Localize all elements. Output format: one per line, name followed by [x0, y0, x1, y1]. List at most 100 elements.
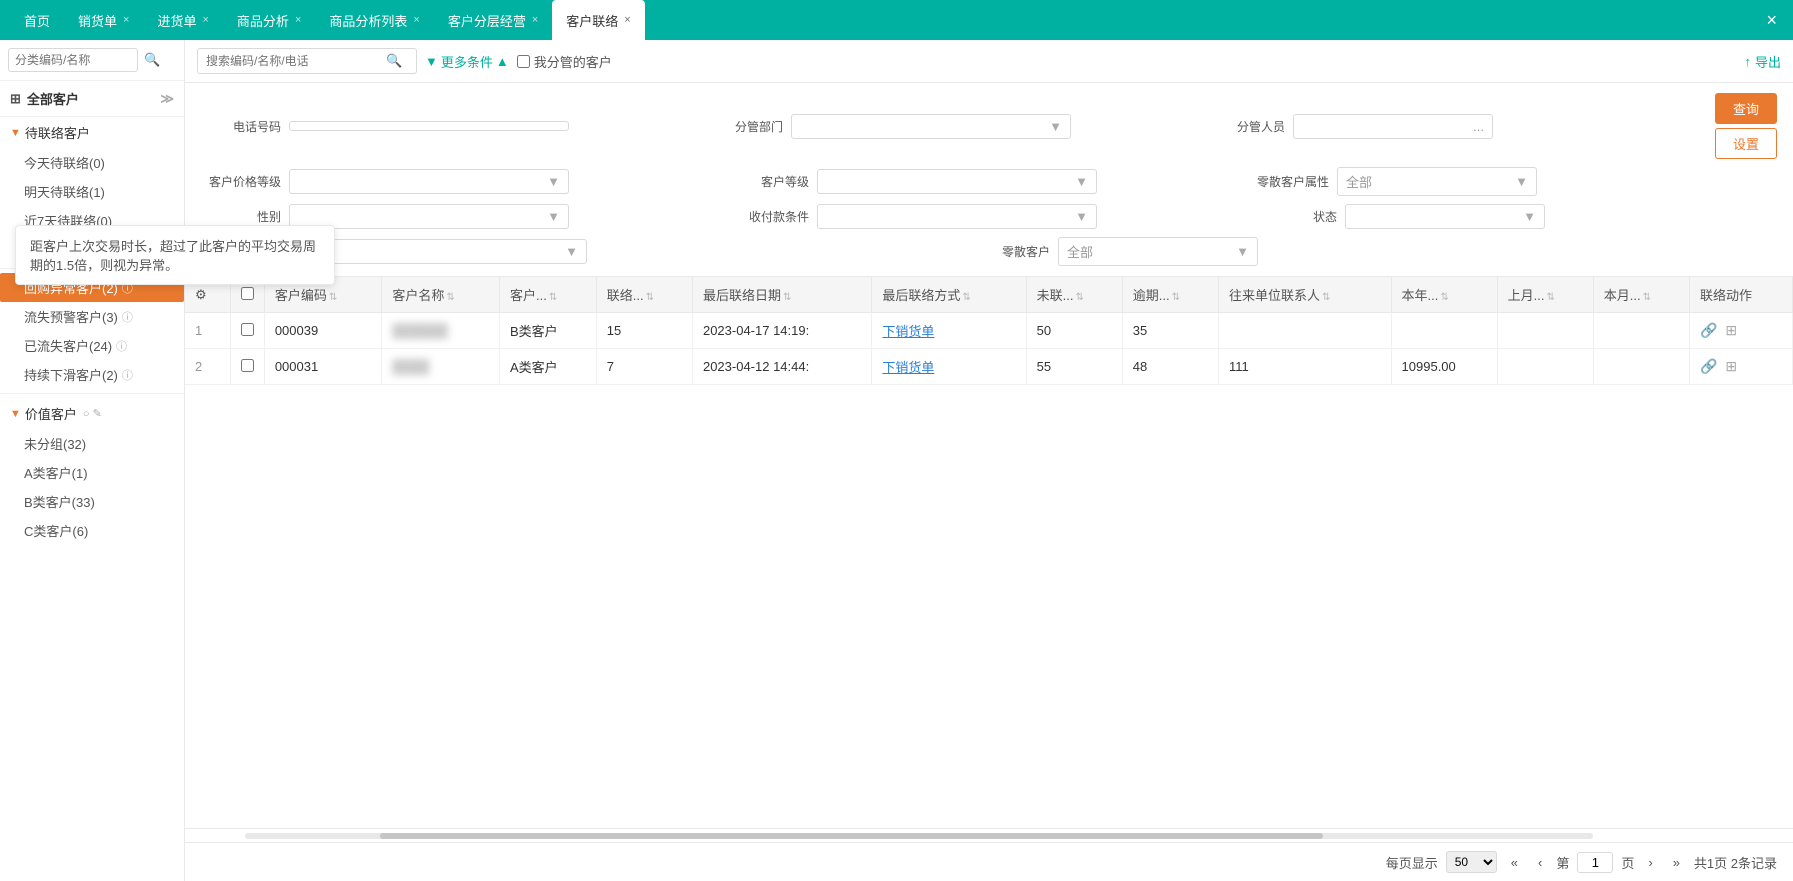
- edit-icon-value[interactable]: ○ ✎: [83, 407, 102, 420]
- cell-type-2: A类客户: [499, 349, 596, 385]
- sort-icon-uncontacted[interactable]: ⇅: [1075, 292, 1083, 303]
- filter-row-2: 客户价格等级 ▼ 客户等级 ▼ 零散客户属性 全部: [201, 167, 1777, 196]
- sidebar-item-tomorrow[interactable]: 明天待联络(1): [0, 177, 184, 206]
- main-search-input[interactable]: [206, 54, 386, 68]
- row-checkbox-1[interactable]: [241, 323, 254, 336]
- sort-icon-last-month[interactable]: ⇅: [1546, 292, 1554, 303]
- phone-input[interactable]: [289, 121, 569, 131]
- filter-row-3: 性别 ▼ 收付款条件 ▼ 状态: [201, 204, 1777, 229]
- col-header-type: 客户...⇅: [499, 277, 596, 313]
- close-tab-purchase-order[interactable]: ×: [202, 14, 208, 26]
- select-all-checkbox[interactable]: [241, 287, 254, 300]
- sort-icon-date[interactable]: ⇅: [783, 292, 791, 303]
- tab-product-analysis[interactable]: 商品分析 ×: [223, 0, 315, 40]
- close-tab-product-analysis[interactable]: ×: [295, 14, 301, 26]
- horizontal-scrollbar[interactable]: [185, 828, 1793, 842]
- grid-action-icon-2[interactable]: ⊞: [1725, 358, 1737, 375]
- sort-icon-type[interactable]: ⇅: [549, 292, 557, 303]
- sort-icon-code[interactable]: ⇅: [329, 292, 337, 303]
- my-customer-check[interactable]: [517, 55, 530, 68]
- retail-attr-label: 零散客户属性: [1257, 173, 1329, 190]
- chevron-up-icon: ▲: [496, 54, 509, 69]
- cell-last-date-2: 2023-04-12 14:44:: [692, 349, 871, 385]
- sidebar-item-churned[interactable]: 已流失客户(24) ⓘ: [0, 331, 184, 360]
- sidebar-item-declining[interactable]: 持续下滑客户(2) ⓘ: [0, 360, 184, 389]
- sort-icon-contact[interactable]: ⇅: [646, 292, 654, 303]
- link-action-icon-2[interactable]: 🔗: [1700, 358, 1717, 375]
- sidebar-item-unclassified[interactable]: 未分组(32): [0, 429, 184, 458]
- manager-select[interactable]: ...: [1293, 114, 1493, 139]
- sidebar-item-churn-warning[interactable]: 流失预警客户(3) ⓘ: [0, 302, 184, 331]
- query-button[interactable]: 查询: [1715, 93, 1777, 124]
- sidebar-all-customers[interactable]: ⊞ 全部客户 ≫: [0, 81, 184, 117]
- retail-customer-select[interactable]: 全部 ▼: [1058, 237, 1258, 266]
- dept-label: 分管部门: [703, 118, 783, 135]
- prev-page-btn[interactable]: ‹: [1532, 853, 1548, 872]
- search-icon[interactable]: 🔍: [386, 53, 402, 69]
- chevron-down-icon9: ▼: [1236, 244, 1249, 259]
- cell-name-1: ██████: [382, 313, 500, 349]
- customer-level-select[interactable]: ▼: [817, 169, 1097, 194]
- per-page-select[interactable]: 50 100 200: [1446, 851, 1497, 873]
- dept-select[interactable]: ▼: [791, 114, 1071, 139]
- more-conditions-btn[interactable]: ▼ 更多条件 ▲: [425, 52, 509, 71]
- last-page-btn[interactable]: »: [1667, 853, 1686, 872]
- sidebar-collapse-btn[interactable]: ≫: [160, 91, 174, 107]
- close-all-tabs[interactable]: ×: [1766, 10, 1777, 31]
- status-select[interactable]: ▼: [1345, 204, 1545, 229]
- sidebar-item-today[interactable]: 今天待联络(0): [0, 148, 184, 177]
- cell-check-1: [230, 313, 264, 349]
- sidebar-item-class-c[interactable]: C类客户(6): [0, 516, 184, 545]
- close-tab-sales-order[interactable]: ×: [123, 14, 129, 26]
- export-icon: ↑: [1744, 54, 1751, 69]
- sort-icon-method[interactable]: ⇅: [962, 292, 970, 303]
- tab-purchase-order[interactable]: 进货单 ×: [143, 0, 222, 40]
- close-tab-customer-layered[interactable]: ×: [532, 14, 538, 26]
- link-action-icon-1[interactable]: 🔗: [1700, 322, 1717, 339]
- filter-group-retail-customer: 零散客户 全部 ▼: [1002, 237, 1777, 266]
- col-header-actions: 联络动作: [1689, 277, 1792, 313]
- sidebar-value-customer-header[interactable]: ▼ 价值客户 ○ ✎: [0, 398, 184, 429]
- col-header-last-month: 上月...⇅: [1497, 277, 1593, 313]
- my-customer-checkbox[interactable]: 我分管的客户: [517, 52, 612, 71]
- export-button[interactable]: ↑ 导出: [1744, 52, 1781, 71]
- payment-select[interactable]: ▼: [817, 204, 1097, 229]
- tab-sales-order[interactable]: 销货单 ×: [64, 0, 143, 40]
- tab-customer-contact[interactable]: 客户联络 ×: [552, 0, 644, 40]
- set-button[interactable]: 设置: [1715, 128, 1777, 159]
- sort-icon-company[interactable]: ⇅: [1322, 292, 1330, 303]
- page-input[interactable]: [1577, 852, 1613, 873]
- col-header-last-contact-date: 最后联络日期⇅: [692, 277, 871, 313]
- sidebar-item-class-b[interactable]: B类客户(33): [0, 487, 184, 516]
- grid-action-icon-1[interactable]: ⊞: [1725, 322, 1737, 339]
- col-header-company-contact: 往来单位联系人⇅: [1218, 277, 1391, 313]
- cell-contact-count-2: 7: [596, 349, 692, 385]
- sidebar-search-icon[interactable]: 🔍: [144, 52, 160, 68]
- customer-type-select[interactable]: ▼: [307, 239, 587, 264]
- retail-customer-label: 零散客户: [1002, 243, 1050, 260]
- sort-icon-this-month[interactable]: ⇅: [1643, 292, 1651, 303]
- row-checkbox-2[interactable]: [241, 359, 254, 372]
- next-page-btn[interactable]: ›: [1642, 853, 1658, 872]
- tab-home[interactable]: 首页: [10, 0, 64, 40]
- price-level-select[interactable]: ▼: [289, 169, 569, 194]
- first-page-btn[interactable]: «: [1505, 853, 1524, 872]
- cell-uncontacted-1: 50: [1026, 313, 1122, 349]
- retail-attr-select[interactable]: 全部 ▼: [1337, 167, 1537, 196]
- sidebar-item-class-a[interactable]: A类客户(1): [0, 458, 184, 487]
- scrollbar-thumb[interactable]: [380, 833, 1324, 839]
- sort-icon-overdue[interactable]: ⇅: [1172, 292, 1180, 303]
- sort-icon-annual[interactable]: ⇅: [1440, 292, 1448, 303]
- filter-group-status: 状态 ▼: [1257, 204, 1777, 229]
- tab-customer-layered[interactable]: 客户分层经营 ×: [434, 0, 552, 40]
- sidebar-search-input[interactable]: [8, 48, 138, 72]
- tab-product-analysis-list[interactable]: 商品分析列表 ×: [315, 0, 433, 40]
- sort-icon-name[interactable]: ⇅: [446, 292, 454, 303]
- cell-last-month-1: [1497, 313, 1593, 349]
- close-tab-customer-contact[interactable]: ×: [624, 14, 630, 26]
- close-tab-product-analysis-list[interactable]: ×: [413, 14, 419, 26]
- settings-icon[interactable]: ⚙: [195, 287, 207, 302]
- payment-label: 收付款条件: [729, 208, 809, 225]
- cell-this-month-2: [1593, 349, 1689, 385]
- tree-group-pending-header[interactable]: ▼ 待联络客户: [0, 117, 184, 148]
